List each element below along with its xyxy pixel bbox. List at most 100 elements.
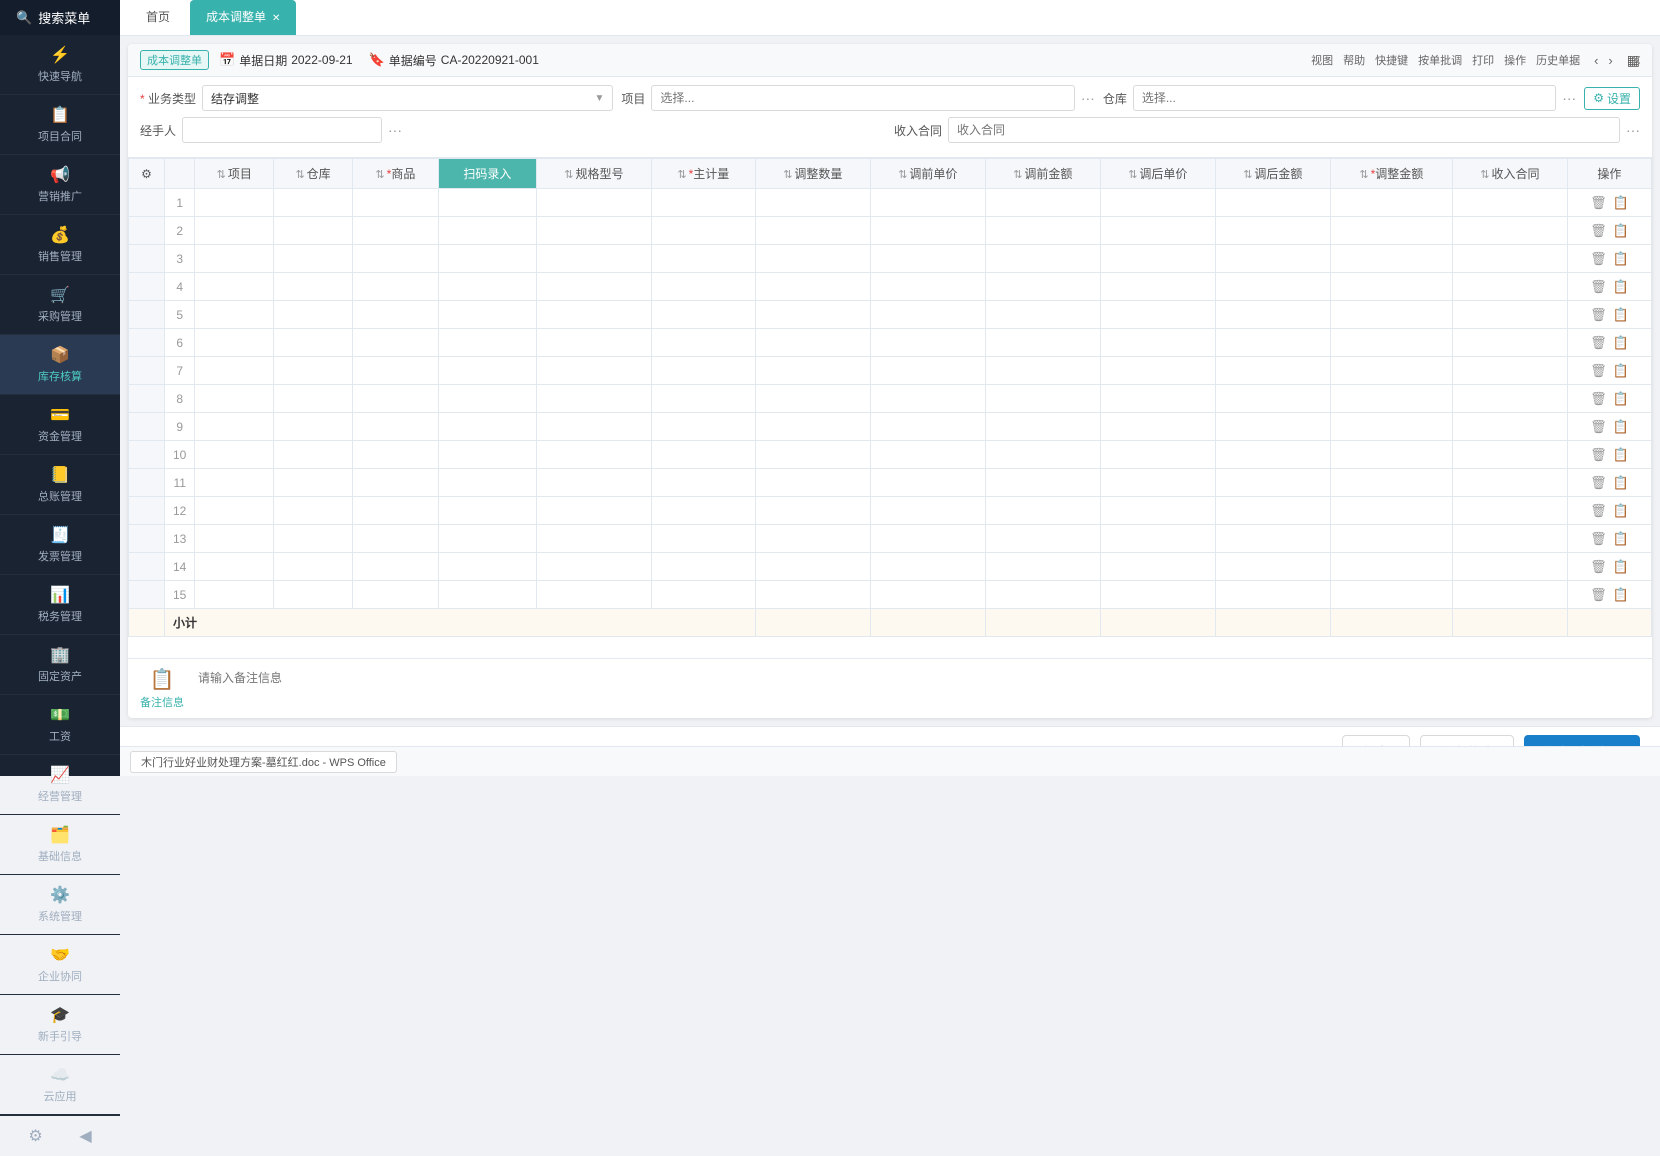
row-adjust-amount-14[interactable]	[1330, 553, 1452, 581]
handler-input[interactable]	[182, 117, 382, 143]
row-unit-3[interactable]	[651, 245, 755, 273]
row-adjust-amount-8[interactable]	[1330, 385, 1452, 413]
row-goods-5[interactable]	[352, 301, 438, 329]
row-before-amount-2[interactable]	[985, 217, 1100, 245]
row-spec-4[interactable]	[536, 273, 651, 301]
row-adjust-qty-14[interactable]	[755, 553, 870, 581]
row-warehouse-11[interactable]	[274, 469, 353, 497]
row-copy-14[interactable]: 📋	[1613, 559, 1629, 575]
row-settings-9[interactable]	[129, 413, 165, 441]
help-action[interactable]: 帮助	[1343, 52, 1365, 68]
row-spec-2[interactable]	[536, 217, 651, 245]
sidebar-item-inventory[interactable]: 📦库存核算	[0, 335, 120, 395]
row-before-price-1[interactable]	[870, 189, 985, 217]
sidebar-item-project-contract[interactable]: 📋项目合同	[0, 95, 120, 155]
row-before-price-11[interactable]	[870, 469, 985, 497]
collapse-icon[interactable]: ◀	[79, 1126, 91, 1146]
row-after-price-8[interactable]	[1100, 385, 1215, 413]
row-after-amount-7[interactable]	[1215, 357, 1330, 385]
row-settings-4[interactable]	[129, 273, 165, 301]
row-adjust-qty-9[interactable]	[755, 413, 870, 441]
operate-action[interactable]: 操作	[1504, 52, 1526, 68]
row-income-contract-12[interactable]	[1452, 497, 1567, 525]
row-before-price-6[interactable]	[870, 329, 985, 357]
row-goods-1[interactable]	[352, 189, 438, 217]
row-spec-5[interactable]	[536, 301, 651, 329]
table-header-after-price[interactable]: ⇅调后单价	[1100, 159, 1215, 189]
row-income-contract-13[interactable]	[1452, 525, 1567, 553]
row-scan-8[interactable]	[438, 385, 536, 413]
row-after-price-9[interactable]	[1100, 413, 1215, 441]
sidebar-item-enterprise[interactable]: 🤝企业协同	[0, 935, 120, 995]
sidebar-item-assets[interactable]: 🏢固定资产	[0, 635, 120, 695]
row-spec-6[interactable]	[536, 329, 651, 357]
sidebar-item-cloud-app[interactable]: ☁️云应用	[0, 1055, 120, 1115]
row-income-contract-2[interactable]	[1452, 217, 1567, 245]
settings-bottom-icon[interactable]: ⚙	[28, 1126, 42, 1146]
row-income-contract-10[interactable]	[1452, 441, 1567, 469]
row-goods-12[interactable]	[352, 497, 438, 525]
row-delete-10[interactable]: 🗑	[1590, 447, 1607, 463]
row-income-contract-8[interactable]	[1452, 385, 1567, 413]
row-scan-12[interactable]	[438, 497, 536, 525]
row-before-amount-5[interactable]	[985, 301, 1100, 329]
row-delete-8[interactable]: 🗑	[1590, 391, 1607, 407]
row-after-price-2[interactable]	[1100, 217, 1215, 245]
sidebar-item-ledger[interactable]: 📒总账管理	[0, 455, 120, 515]
row-unit-9[interactable]	[651, 413, 755, 441]
sidebar-item-tax[interactable]: 📊税务管理	[0, 575, 120, 635]
row-after-price-11[interactable]	[1100, 469, 1215, 497]
row-settings-7[interactable]	[129, 357, 165, 385]
row-unit-11[interactable]	[651, 469, 755, 497]
table-header-adjust-amount[interactable]: ⇅*调整金额	[1330, 159, 1452, 189]
sidebar-item-payroll[interactable]: 💵工资	[0, 695, 120, 755]
row-before-price-10[interactable]	[870, 441, 985, 469]
row-project-2[interactable]	[195, 217, 274, 245]
income-contract-dots[interactable]: ···	[1626, 122, 1640, 138]
row-before-amount-8[interactable]	[985, 385, 1100, 413]
row-adjust-amount-5[interactable]	[1330, 301, 1452, 329]
row-adjust-amount-13[interactable]	[1330, 525, 1452, 553]
table-header-warehouse[interactable]: ⇅仓库	[274, 159, 353, 189]
row-adjust-amount-3[interactable]	[1330, 245, 1452, 273]
row-warehouse-7[interactable]	[274, 357, 353, 385]
row-delete-7[interactable]: 🗑	[1590, 363, 1607, 379]
project-dots[interactable]: ···	[1081, 90, 1095, 106]
row-copy-15[interactable]: 📋	[1613, 587, 1629, 603]
row-warehouse-9[interactable]	[274, 413, 353, 441]
row-project-5[interactable]	[195, 301, 274, 329]
row-before-amount-9[interactable]	[985, 413, 1100, 441]
row-after-amount-5[interactable]	[1215, 301, 1330, 329]
row-after-amount-11[interactable]	[1215, 469, 1330, 497]
row-before-price-14[interactable]	[870, 553, 985, 581]
row-settings-1[interactable]	[129, 189, 165, 217]
sidebar-item-system[interactable]: ⚙️系统管理	[0, 875, 120, 935]
row-warehouse-14[interactable]	[274, 553, 353, 581]
row-settings-11[interactable]	[129, 469, 165, 497]
row-settings-8[interactable]	[129, 385, 165, 413]
row-income-contract-5[interactable]	[1452, 301, 1567, 329]
row-delete-3[interactable]: 🗑	[1590, 251, 1607, 267]
row-project-6[interactable]	[195, 329, 274, 357]
row-goods-14[interactable]	[352, 553, 438, 581]
row-adjust-qty-3[interactable]	[755, 245, 870, 273]
sidebar-item-purchase[interactable]: 🛒采购管理	[0, 275, 120, 335]
row-warehouse-1[interactable]	[274, 189, 353, 217]
row-settings-3[interactable]	[129, 245, 165, 273]
income-contract-input[interactable]	[948, 117, 1620, 143]
settings-button[interactable]: ⚙ 设置	[1584, 87, 1640, 110]
row-delete-4[interactable]: 🗑	[1590, 279, 1607, 295]
row-before-price-13[interactable]	[870, 525, 985, 553]
row-income-contract-1[interactable]	[1452, 189, 1567, 217]
sidebar-item-new-guide[interactable]: 🎓新手引导	[0, 995, 120, 1055]
row-delete-12[interactable]: 🗑	[1590, 503, 1607, 519]
batch-edit-action[interactable]: 按单批调	[1418, 52, 1462, 68]
row-adjust-qty-5[interactable]	[755, 301, 870, 329]
row-after-amount-2[interactable]	[1215, 217, 1330, 245]
row-goods-2[interactable]	[352, 217, 438, 245]
row-goods-6[interactable]	[352, 329, 438, 357]
row-scan-15[interactable]	[438, 581, 536, 609]
row-before-amount-3[interactable]	[985, 245, 1100, 273]
row-after-price-4[interactable]	[1100, 273, 1215, 301]
row-spec-3[interactable]	[536, 245, 651, 273]
